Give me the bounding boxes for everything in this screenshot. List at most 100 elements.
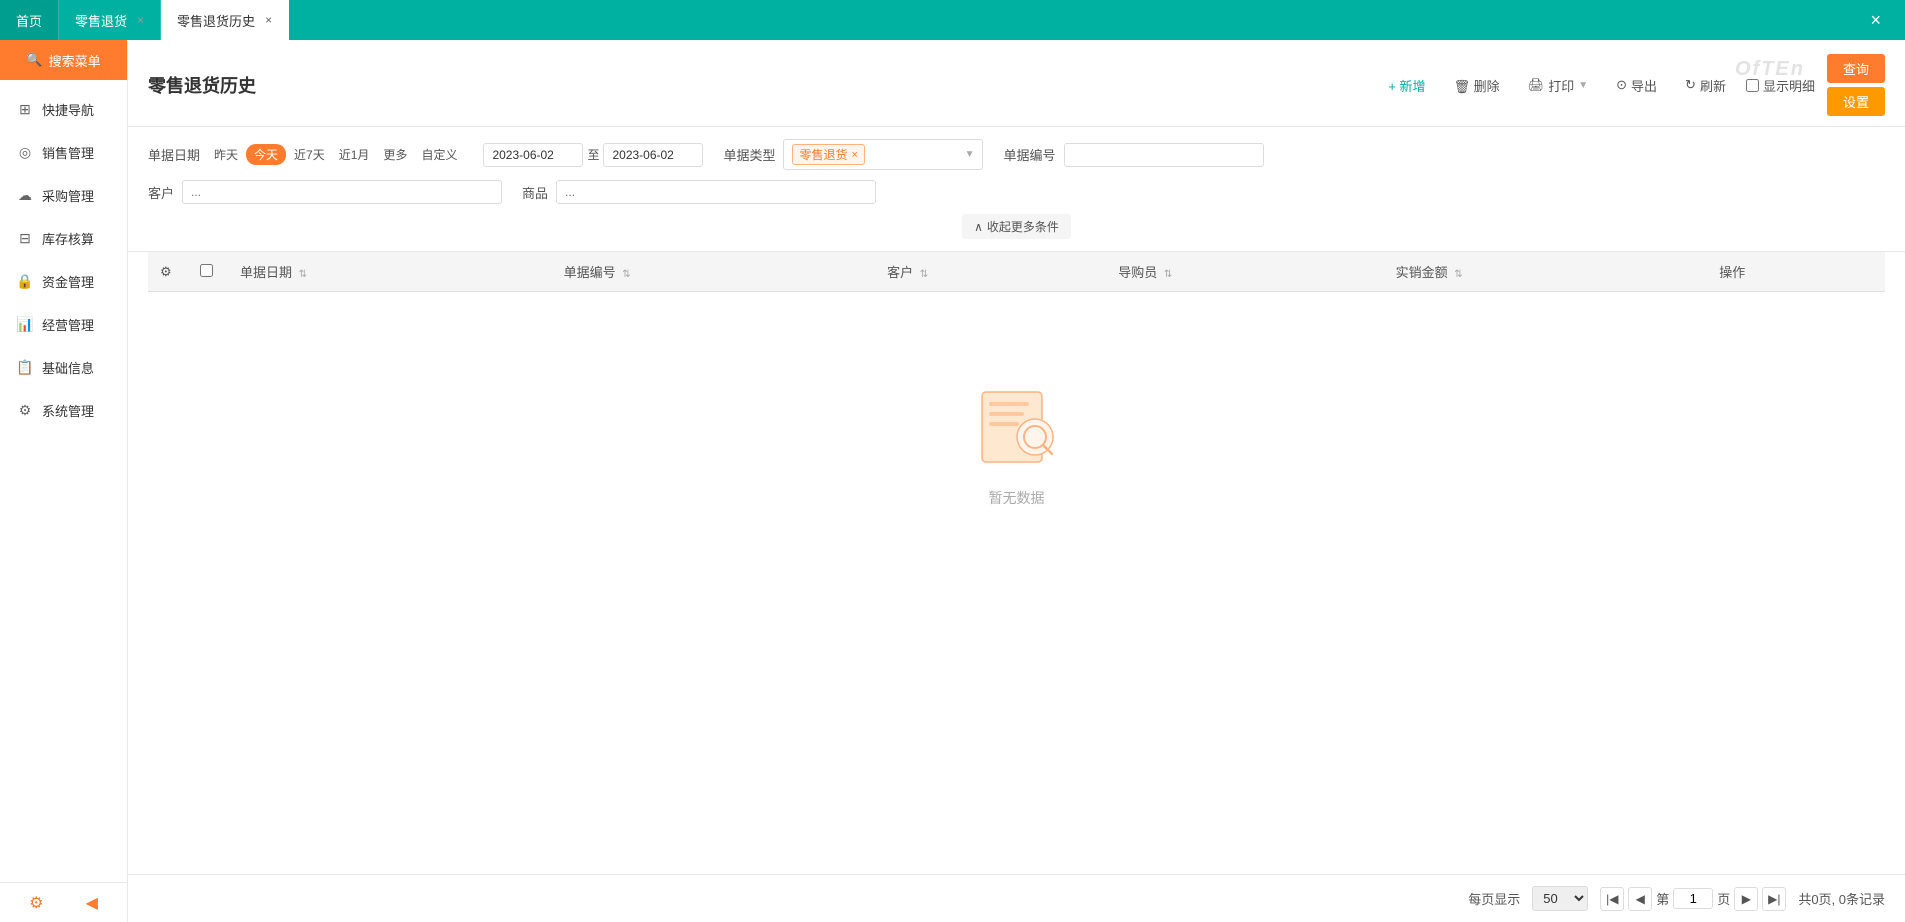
tab-retail-return-history[interactable]: 零售退货历史 × [161, 0, 289, 40]
date-option-yesterday[interactable]: 昨天 [208, 144, 244, 165]
sidebar-item-purchase-mgmt[interactable]: ☁ 采购管理 [0, 174, 127, 217]
sidebar-item-system-mgmt[interactable]: ⚙ 系统管理 [0, 389, 127, 432]
table-body: 暂无数据 [148, 292, 1885, 589]
query-button[interactable]: 查询 [1827, 54, 1885, 83]
tab-retail-return[interactable]: 零售退货 × [59, 0, 161, 40]
last-page-button[interactable]: ▶| [1762, 887, 1786, 911]
date-option-more[interactable]: 更多 [377, 144, 413, 165]
sidebar-search-button[interactable]: 🔍 搜索菜单 [0, 40, 127, 80]
customer-input[interactable] [182, 180, 502, 204]
bill-no-input[interactable] [1064, 143, 1264, 167]
th-actions: 操作 [1707, 252, 1885, 292]
export-icon: ⊙ [1616, 77, 1627, 93]
bill-no-label: 单据编号 [1003, 145, 1055, 164]
empty-icon [967, 372, 1067, 472]
amount-sort-icon: ⇅ [1454, 269, 1462, 280]
page-nav: |◀ ◀ 第 页 ▶ ▶| [1600, 887, 1786, 911]
th-bill-date[interactable]: 单据日期 ⇅ [228, 252, 552, 292]
print-chevron-icon: ▼ [1578, 80, 1588, 91]
empty-state-cell: 暂无数据 [148, 292, 1885, 589]
sidebar-item-quick-nav[interactable]: ⊞ 快捷导航 [0, 88, 127, 131]
print-button[interactable]: 🖨 打印 ▼ [1520, 72, 1596, 99]
refresh-icon: ↻ [1685, 77, 1696, 93]
window-close-button[interactable]: × [1862, 10, 1889, 31]
table-header: ⚙ 单据日期 ⇅ 单据编号 ⇅ [148, 252, 1885, 292]
next-page-button[interactable]: ▶ [1734, 887, 1758, 911]
date-inputs: 至 [483, 143, 703, 167]
search-icon: 🔍 [26, 52, 42, 68]
data-table: ⚙ 单据日期 ⇅ 单据编号 ⇅ [148, 252, 1885, 588]
bill-type-tag-close[interactable]: × [852, 149, 858, 161]
th-guide[interactable]: 导购员 ⇅ [1106, 252, 1383, 292]
bill-type-tag: 零售退货 × [792, 144, 864, 165]
date-option-7days[interactable]: 近7天 [288, 144, 331, 165]
goods-input[interactable] [556, 180, 876, 204]
show-detail-checkbox-label[interactable]: 显示明细 [1746, 76, 1815, 95]
quick-nav-icon: ⊞ [16, 101, 34, 119]
empty-text: 暂无数据 [989, 488, 1045, 508]
show-detail-checkbox[interactable] [1746, 79, 1759, 92]
tab-retail-return-close[interactable]: × [137, 13, 144, 27]
sidebar-item-inventory[interactable]: ⊟ 库存核算 [0, 217, 127, 260]
first-page-button[interactable]: |◀ [1600, 887, 1624, 911]
sidebar-item-basic-info[interactable]: 📋 基础信息 [0, 346, 127, 389]
bill-type-select[interactable]: 零售退货 × ▼ [783, 139, 983, 170]
sidebar-nav: ⊞ 快捷导航 ◎ 销售管理 ☁ 采购管理 ⊟ 库存核算 🔒 资金管理 📊 经营管 [0, 80, 127, 882]
filter-row-2: 客户 商品 [148, 180, 1885, 204]
date-from-input[interactable] [483, 143, 583, 167]
topbar-right: × [1862, 10, 1905, 31]
customer-sort-icon: ⇅ [920, 269, 928, 280]
tab-retail-return-history-close[interactable]: × [265, 13, 272, 27]
total-records: 共0页, 0条记录 [1798, 889, 1885, 908]
th-amount[interactable]: 实销金额 ⇅ [1384, 252, 1708, 292]
sidebar-footer: ⚙ ◀ [0, 882, 127, 922]
bill-date-sort-icon: ⇅ [299, 269, 307, 280]
date-option-custom[interactable]: 自定义 [415, 144, 463, 165]
sales-mgmt-icon: ◎ [16, 144, 34, 162]
main-layout: 🔍 搜索菜单 ⊞ 快捷导航 ◎ 销售管理 ☁ 采购管理 ⊟ 库存核算 🔒 资金 [0, 40, 1905, 922]
date-option-today[interactable]: 今天 [246, 144, 286, 165]
select-all-checkbox[interactable] [200, 264, 213, 277]
th-settings[interactable]: ⚙ [148, 252, 188, 292]
top-bar: 首页 零售退货 × 零售退货历史 × × [0, 0, 1905, 40]
bill-type-label: 单据类型 [723, 145, 775, 164]
sidebar-item-capital-mgmt[interactable]: 🔒 资金管理 [0, 260, 127, 303]
bill-no-sort-icon: ⇅ [622, 269, 630, 280]
sidebar: 🔍 搜索菜单 ⊞ 快捷导航 ◎ 销售管理 ☁ 采购管理 ⊟ 库存核算 🔒 资金 [0, 40, 128, 922]
page-size-label: 每页显示 [1468, 889, 1520, 908]
refresh-button[interactable]: ↻ 刷新 [1677, 72, 1734, 99]
sidebar-item-operations-mgmt[interactable]: 📊 经营管理 [0, 303, 127, 346]
date-option-1month[interactable]: 近1月 [333, 144, 376, 165]
goods-filter-group: 商品 [522, 180, 876, 204]
setting-button[interactable]: 设置 [1827, 87, 1885, 116]
empty-state-row: 暂无数据 [148, 292, 1885, 589]
operations-mgmt-icon: 📊 [16, 316, 34, 334]
sidebar-item-sales-mgmt[interactable]: ◎ 销售管理 [0, 131, 127, 174]
tab-list: 首页 零售退货 × 零售退货历史 × [0, 0, 1862, 40]
th-customer[interactable]: 客户 ⇅ [875, 252, 1106, 292]
th-bill-no[interactable]: 单据编号 ⇅ [552, 252, 876, 292]
settings-icon[interactable]: ⚙ [160, 264, 172, 279]
pagination-bar: 每页显示 50 10 20 100 |◀ ◀ 第 页 ▶ ▶| 共0页, 0条记… [128, 874, 1905, 922]
page-size-select[interactable]: 50 10 20 100 [1532, 886, 1588, 911]
new-button[interactable]: + 新增 [1380, 72, 1433, 99]
capital-mgmt-icon: 🔒 [16, 273, 34, 291]
page-number-input[interactable] [1673, 888, 1713, 909]
prev-page-button[interactable]: ◀ [1628, 887, 1652, 911]
date-to-input[interactable] [603, 143, 703, 167]
th-checkbox[interactable] [188, 252, 228, 292]
tab-home[interactable]: 首页 [0, 0, 59, 40]
basic-info-icon: 📋 [16, 359, 34, 377]
sidebar-collapse-icon[interactable]: ◀ [86, 893, 98, 913]
delete-button[interactable]: 🗑 删除 [1446, 72, 1508, 99]
filter-row-1: 单据日期 昨天 今天 近7天 近1月 更多 自定义 至 [148, 139, 1885, 170]
sidebar-settings-icon[interactable]: ⚙ [29, 893, 43, 913]
export-button[interactable]: ⊙ 导出 [1608, 72, 1665, 99]
collapse-button[interactable]: ∧ 收起更多条件 [962, 214, 1071, 239]
guide-sort-icon: ⇅ [1164, 269, 1172, 280]
page-actions: + 新增 🗑 删除 🖨 打印 ▼ ⊙ 导出 ↻ 刷新 显示明细 [1380, 54, 1885, 116]
goods-filter-label: 商品 [522, 183, 548, 202]
date-range-options: 昨天 今天 近7天 近1月 更多 自定义 [208, 144, 463, 165]
date-filter-label: 单据日期 [148, 145, 200, 164]
content-area: 零售退货历史 + 新增 🗑 删除 🖨 打印 ▼ ⊙ 导出 ↻ 刷新 [128, 40, 1905, 922]
